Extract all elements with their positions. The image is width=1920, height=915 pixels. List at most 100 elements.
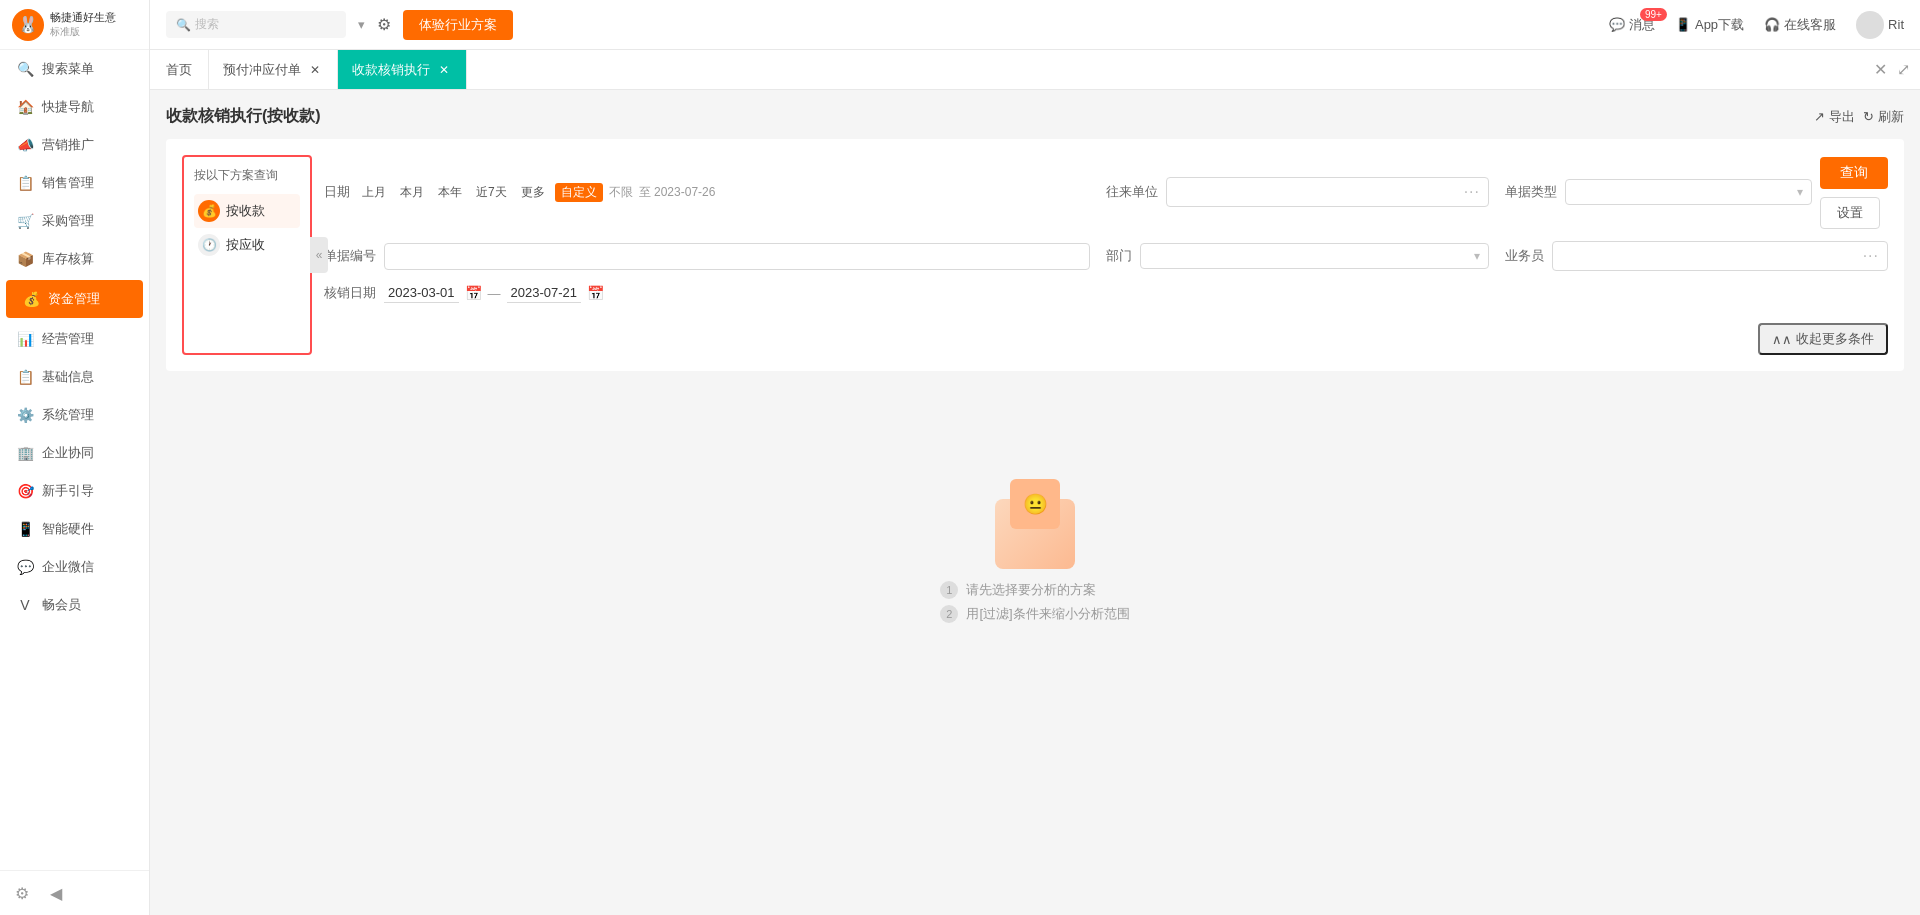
settings-btn[interactable]: 设置 [1820, 197, 1880, 229]
sidebar-item-corp[interactable]: 🏢企业协同 [0, 434, 149, 472]
dept-arrow-icon: ▾ [1474, 249, 1480, 263]
sidebar-item-guide[interactable]: 🎯新手引导 [0, 472, 149, 510]
close-tab-icon[interactable]: ✕ [1874, 60, 1887, 79]
app-download-btn[interactable]: 📱 App下载 [1675, 16, 1744, 34]
date-unlimit: 不限 [609, 184, 633, 201]
messages-btn[interactable]: 💬 消息 99+ [1609, 16, 1655, 34]
main-area: 🔍 搜索 ▾ ⚙ 体验行业方案 💬 消息 99+ 📱 App下载 🎧 在线客服 … [150, 0, 1920, 915]
verify-date-group: 2023-03-01 📅 — 2023-07-21 📅 [384, 283, 604, 303]
sidebar-item-member[interactable]: V畅会员 [0, 586, 149, 624]
collapse-sidebar-icon[interactable]: ◀ [44, 881, 68, 905]
tab-prepay-close[interactable]: ✕ [307, 62, 323, 78]
purchase-icon: 🛒 [16, 212, 34, 230]
filter-sidebar: 按以下方案查询 💰 按收款 🕐 按应收 « [182, 155, 312, 355]
topbar: 🔍 搜索 ▾ ⚙ 体验行业方案 💬 消息 99+ 📱 App下载 🎧 在线客服 … [150, 0, 1920, 50]
avatar [1856, 11, 1884, 39]
tab-prepay[interactable]: 预付冲应付单 ✕ [209, 50, 338, 89]
user-name: Rit [1888, 17, 1904, 32]
date-group: 上月 本月 本年 近7天 更多 自定义 不限 至 2023-07-26 [358, 183, 715, 202]
user-info[interactable]: Rit [1856, 11, 1904, 39]
docno-input[interactable] [384, 243, 1090, 270]
date-filter-row: 日期 上月 本月 本年 近7天 更多 自定义 不限 至 2023-07-26 [324, 183, 1090, 202]
empty-tip-1: 1 请先选择要分析的方案 [940, 581, 1129, 599]
search-placeholder: 搜索 [195, 16, 219, 33]
verify-date-end-calendar-icon[interactable]: 📅 [587, 285, 604, 301]
expand-icon[interactable]: ⤢ [1897, 60, 1910, 79]
filter-option-by-receipt[interactable]: 💰 按收款 [194, 194, 300, 228]
search-menu-icon: 🔍 [16, 60, 34, 78]
sidebar-item-finance[interactable]: 💰资金管理 [6, 280, 143, 318]
topbar-arrow[interactable]: ▾ [358, 17, 365, 32]
topbar-gear-icon[interactable]: ⚙ [377, 15, 391, 34]
sidebar: 🐰 畅捷通好生意 标准版 🔍搜索菜单🏠快捷导航📣营销推广📋销售管理🛒采购管理📦库… [0, 0, 150, 915]
date-7days[interactable]: 近7天 [472, 183, 511, 202]
sidebar-bottom: ⚙ ◀ [0, 870, 149, 915]
date-custom[interactable]: 自定义 [555, 183, 603, 202]
tip-num-1: 1 [940, 581, 958, 599]
service-icon: 🎧 [1764, 17, 1780, 32]
partner-dots-icon[interactable]: ··· [1464, 183, 1480, 201]
tab-receipt-verify[interactable]: 收款核销执行 ✕ [338, 50, 467, 89]
verify-date-end: 2023-07-21 [507, 283, 582, 303]
sidebar-item-wechat[interactable]: 💬企业微信 [0, 548, 149, 586]
export-icon: ↗ [1814, 109, 1825, 124]
settings-bottom-icon[interactable]: ⚙ [10, 881, 34, 905]
empty-illustration: 😐 [975, 469, 1095, 569]
date-last-month[interactable]: 上月 [358, 183, 390, 202]
sidebar-item-search-menu[interactable]: 🔍搜索菜单 [0, 50, 149, 88]
operations-icon: 📊 [16, 330, 34, 348]
partner-select[interactable]: ··· [1166, 177, 1489, 207]
refresh-icon: ↻ [1863, 109, 1874, 124]
date-this-month[interactable]: 本月 [396, 183, 428, 202]
message-icon: 💬 [1609, 17, 1625, 32]
refresh-btn[interactable]: ↻ 刷新 [1863, 108, 1904, 126]
action-buttons: 查询 设置 [1820, 155, 1888, 229]
page-header: 收款核销执行(按收款) ↗ 导出 ↻ 刷新 [166, 106, 1904, 127]
staff-select[interactable]: ··· [1552, 241, 1888, 271]
sidebar-item-hardware[interactable]: 📱智能硬件 [0, 510, 149, 548]
by-receivable-icon: 🕐 [198, 234, 220, 256]
logo-icon: 🐰 [12, 9, 44, 41]
docno-label: 单据编号 [324, 247, 376, 265]
tip-num-2: 2 [940, 605, 958, 623]
sidebar-menu: 🔍搜索菜单🏠快捷导航📣营销推广📋销售管理🛒采购管理📦库存核算💰资金管理📊经营管理… [0, 50, 149, 870]
corp-icon: 🏢 [16, 444, 34, 462]
sidebar-item-inventory[interactable]: 📦库存核算 [0, 240, 149, 278]
finance-icon: 💰 [22, 290, 40, 308]
industry-btn[interactable]: 体验行业方案 [403, 10, 513, 40]
page-actions: ↗ 导出 ↻ 刷新 [1814, 108, 1904, 126]
doctype-select[interactable]: ▾ [1565, 179, 1812, 205]
logo-text: 畅捷通好生意 [50, 10, 116, 24]
topbar-search[interactable]: 🔍 搜索 [166, 11, 346, 38]
sidebar-item-operations[interactable]: 📊经营管理 [0, 320, 149, 358]
basic-info-icon: 📋 [16, 368, 34, 386]
export-btn[interactable]: ↗ 导出 [1814, 108, 1855, 126]
dept-select[interactable]: ▾ [1140, 243, 1489, 269]
verify-date-start: 2023-03-01 [384, 283, 459, 303]
sidebar-item-sales[interactable]: 📋销售管理 [0, 164, 149, 202]
verify-date-start-calendar-icon[interactable]: 📅 [465, 285, 482, 301]
date-more[interactable]: 更多 [517, 183, 549, 202]
sidebar-item-marketing[interactable]: 📣营销推广 [0, 126, 149, 164]
inventory-icon: 📦 [16, 250, 34, 268]
date-this-year[interactable]: 本年 [434, 183, 466, 202]
sales-icon: 📋 [16, 174, 34, 192]
collapse-more-section: ∧∧ 收起更多条件 [324, 323, 1888, 355]
logo: 🐰 畅捷通好生意 标准版 [0, 0, 149, 50]
sidebar-item-system[interactable]: ⚙️系统管理 [0, 396, 149, 434]
filter-sidebar-collapse[interactable]: « [310, 237, 328, 273]
sidebar-item-purchase[interactable]: 🛒采购管理 [0, 202, 149, 240]
collapse-more-btn[interactable]: ∧∧ 收起更多条件 [1758, 323, 1888, 355]
staff-dots-icon[interactable]: ··· [1863, 247, 1879, 265]
tab-receipt-verify-close[interactable]: ✕ [436, 62, 452, 78]
filter-panel: 按以下方案查询 💰 按收款 🕐 按应收 « 日期 [166, 139, 1904, 371]
filter-option-by-receivable[interactable]: 🕐 按应收 [194, 228, 300, 262]
sidebar-item-quick-nav[interactable]: 🏠快捷导航 [0, 88, 149, 126]
online-service-btn[interactable]: 🎧 在线客服 [1764, 16, 1836, 34]
empty-tip-2: 2 用[过滤]条件来缩小分析范围 [940, 605, 1129, 623]
verify-date-row: 核销日期 2023-03-01 📅 — 2023-07-21 📅 [324, 283, 1489, 303]
hardware-icon: 📱 [16, 520, 34, 538]
tab-home[interactable]: 首页 [150, 50, 209, 89]
sidebar-item-basic-info[interactable]: 📋基础信息 [0, 358, 149, 396]
query-btn[interactable]: 查询 [1820, 157, 1888, 189]
